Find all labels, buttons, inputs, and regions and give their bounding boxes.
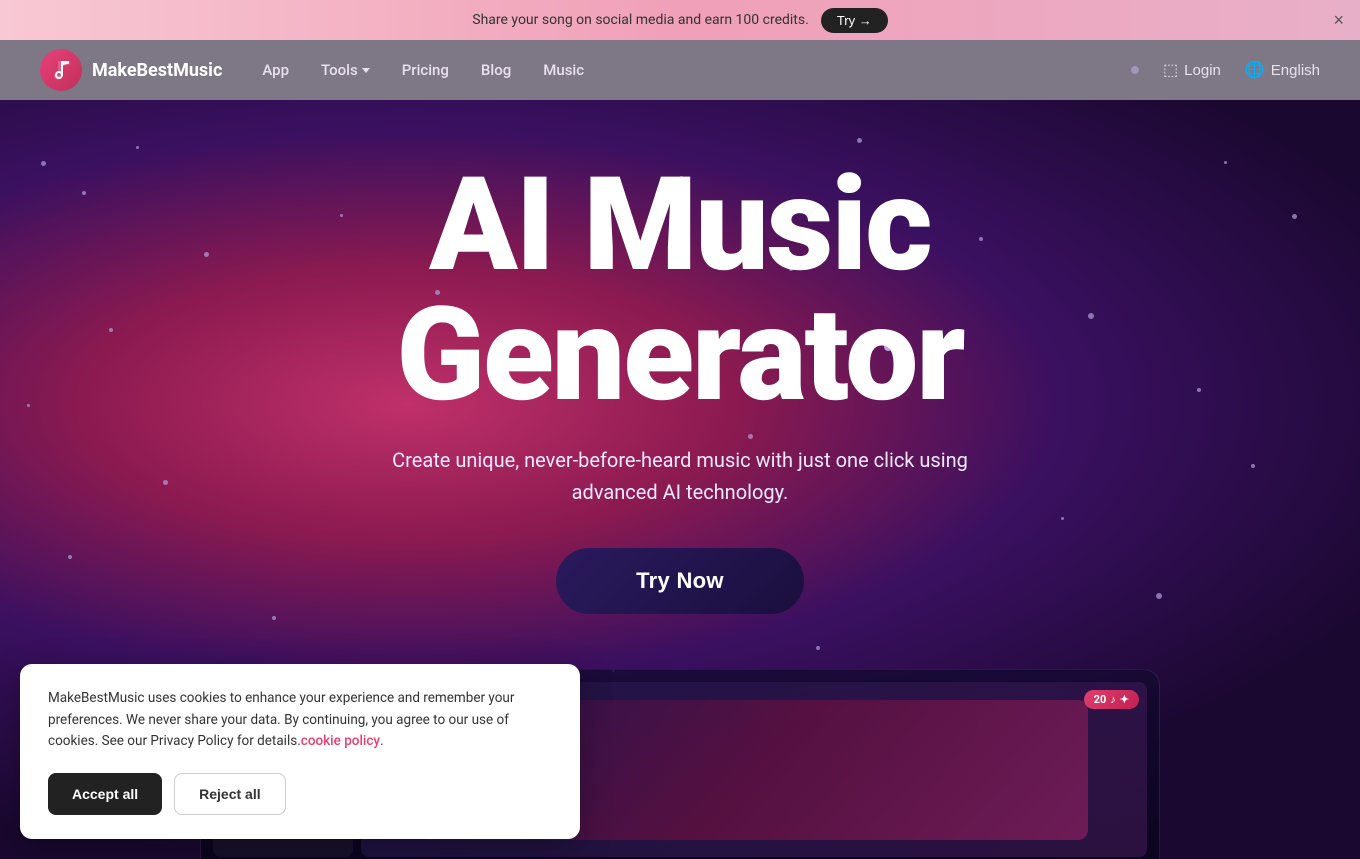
nav-app[interactable]: App [262, 61, 289, 79]
logo-circle [40, 49, 82, 91]
close-announcement-button[interactable]: × [1333, 11, 1344, 29]
cookie-text: MakeBestMusic uses cookies to enhance yo… [48, 688, 552, 753]
login-icon: ⬚ [1163, 60, 1178, 80]
nav-pricing[interactable]: Pricing [402, 61, 449, 79]
try-banner-button[interactable]: Try → [821, 8, 888, 33]
announcement-bar: Share your song on social media and earn… [0, 0, 1360, 40]
cookie-banner: MakeBestMusic uses cookies to enhance yo… [20, 664, 580, 839]
tools-chevron-icon [362, 68, 370, 73]
preview-badge: 20 ♪ ✦ [1084, 690, 1139, 709]
nav-dot-decoration [1131, 66, 1139, 74]
brand-name: MakeBestMusic [92, 60, 222, 81]
dot-decoration [136, 146, 139, 149]
music-logo-icon [49, 58, 73, 82]
language-button[interactable]: 🌐 English [1245, 60, 1320, 80]
cookie-policy-link[interactable]: cookie policy [301, 733, 380, 749]
announcement-text: Share your song on social media and earn… [472, 12, 809, 28]
navbar: MakeBestMusic App Tools Pricing Blog Mus… [0, 40, 1360, 100]
brand-logo[interactable]: MakeBestMusic [40, 49, 222, 91]
try-now-button[interactable]: Try Now [556, 548, 804, 614]
cookie-actions: Accept all Reject all [48, 773, 552, 815]
hero-content: AI Music Generator Create unique, never-… [0, 160, 1360, 614]
globe-icon: 🌐 [1245, 60, 1265, 80]
music-note-icon: ♪ [1110, 693, 1116, 706]
login-button[interactable]: ⬚ Login [1163, 60, 1221, 80]
hero-subtitle: Create unique, never-before-heard music … [360, 444, 1000, 508]
hero-title: AI Music Generator [396, 160, 963, 420]
accept-all-button[interactable]: Accept all [48, 773, 162, 815]
nav-links: App Tools Pricing Blog Music [262, 61, 1131, 79]
star-icon: ✦ [1120, 693, 1129, 706]
nav-tools[interactable]: Tools [321, 61, 370, 79]
reject-all-button[interactable]: Reject all [174, 773, 285, 815]
nav-blog[interactable]: Blog [481, 61, 511, 79]
dot-decoration [857, 138, 862, 143]
nav-right: ⬚ Login 🌐 English [1131, 60, 1320, 80]
nav-music[interactable]: Music [543, 61, 584, 79]
